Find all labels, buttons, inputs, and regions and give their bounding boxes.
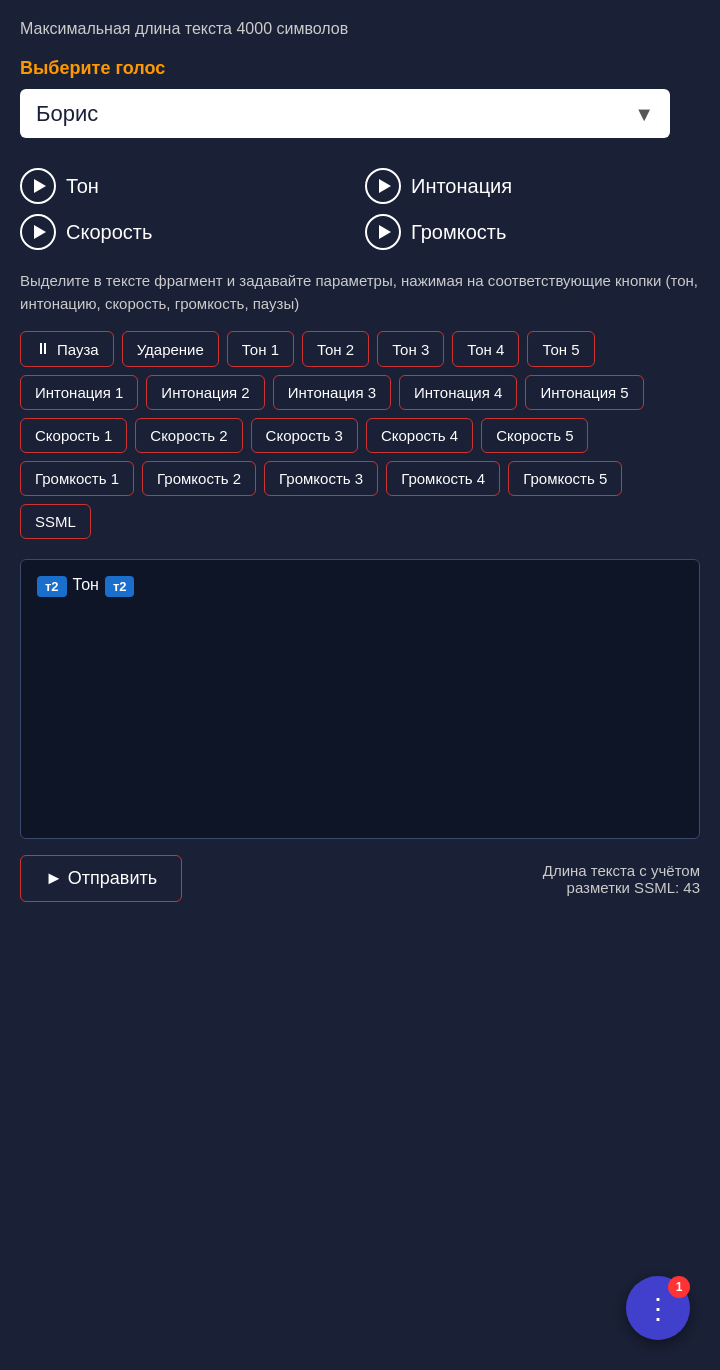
speed-label: Скорость — [66, 221, 152, 244]
tone-control[interactable]: Тон — [20, 168, 355, 204]
vol1-button[interactable]: Громкость 1 — [20, 461, 134, 496]
speed-play-icon[interactable] — [20, 214, 56, 250]
tone-play-icon[interactable] — [20, 168, 56, 204]
vol3-button[interactable]: Громкость 3 — [264, 461, 378, 496]
volume-label: Громкость — [411, 221, 506, 244]
tag-badge-2: т2 — [105, 576, 135, 597]
accent-button[interactable]: Ударение — [122, 331, 219, 367]
ssml-button[interactable]: SSML — [20, 504, 91, 539]
intonation-control[interactable]: Интонация — [365, 168, 700, 204]
fab-badge: 1 — [668, 1276, 690, 1298]
speed3-button[interactable]: Скорость 3 — [251, 418, 358, 453]
inton3-button[interactable]: Интонация 3 — [273, 375, 391, 410]
char-count-line1: Длина текста с учётом — [543, 862, 700, 879]
ton3-button[interactable]: Тон 3 — [377, 331, 444, 367]
volume-control[interactable]: Громкость — [365, 214, 700, 250]
voice-select-wrapper: БорисАлександрЕленаМария ▼ — [20, 89, 670, 138]
char-count: Длина текста с учётом разметки SSML: 43 — [543, 862, 700, 896]
ton5-button[interactable]: Тон 5 — [527, 331, 594, 367]
send-button[interactable]: ► Отправить — [20, 855, 182, 902]
controls-grid: Тон Интонация Скорость Громкость — [20, 168, 700, 250]
description-text: Выделите в тексте фрагмент и задавайте п… — [20, 270, 700, 315]
pause-label: Пауза — [57, 341, 99, 358]
voice-label: Выберите голос — [20, 58, 700, 79]
ton2-button[interactable]: Тон 2 — [302, 331, 369, 367]
tone-label: Тон — [66, 175, 99, 198]
editor-tone-text: Тон — [73, 576, 99, 594]
bottom-bar: ► Отправить Длина текста с учётом размет… — [20, 855, 700, 902]
voice-select[interactable]: БорисАлександрЕленаМария — [20, 89, 670, 138]
speed5-button[interactable]: Скорость 5 — [481, 418, 588, 453]
inton1-button[interactable]: Интонация 1 — [20, 375, 138, 410]
speed4-button[interactable]: Скорость 4 — [366, 418, 473, 453]
voice-section: Выберите голос БорисАлександрЕленаМария … — [20, 58, 700, 138]
vol2-button[interactable]: Громкость 2 — [142, 461, 256, 496]
speed1-button[interactable]: Скорость 1 — [20, 418, 127, 453]
volume-play-icon[interactable] — [365, 214, 401, 250]
pause-button[interactable]: ⏸ Пауза — [20, 331, 114, 367]
vol5-button[interactable]: Громкость 5 — [508, 461, 622, 496]
tag-badge-1: т2 — [37, 576, 67, 597]
intonation-label: Интонация — [411, 175, 512, 198]
ton1-button[interactable]: Тон 1 — [227, 331, 294, 367]
inton5-button[interactable]: Интонация 5 — [525, 375, 643, 410]
ton4-button[interactable]: Тон 4 — [452, 331, 519, 367]
chat-fab[interactable]: ⋮ 1 — [626, 1276, 690, 1340]
inton4-button[interactable]: Интонация 4 — [399, 375, 517, 410]
intonation-play-icon[interactable] — [365, 168, 401, 204]
buttons-section: ⏸ Пауза Ударение Тон 1 Тон 2 Тон 3 Тон 4… — [20, 331, 700, 539]
char-count-line2: разметки SSML: 43 — [567, 879, 700, 896]
text-editor-area[interactable]: т2 Тон т2 — [20, 559, 700, 839]
vol4-button[interactable]: Громкость 4 — [386, 461, 500, 496]
speed2-button[interactable]: Скорость 2 — [135, 418, 242, 453]
speed-control[interactable]: Скорость — [20, 214, 355, 250]
max-length-text: Максимальная длина текста 4000 символов — [20, 20, 700, 38]
chat-fab-icon: ⋮ — [644, 1292, 672, 1325]
editor-content: т2 Тон т2 — [37, 576, 683, 597]
pause-icon: ⏸ — [35, 340, 51, 358]
inton2-button[interactable]: Интонация 2 — [146, 375, 264, 410]
